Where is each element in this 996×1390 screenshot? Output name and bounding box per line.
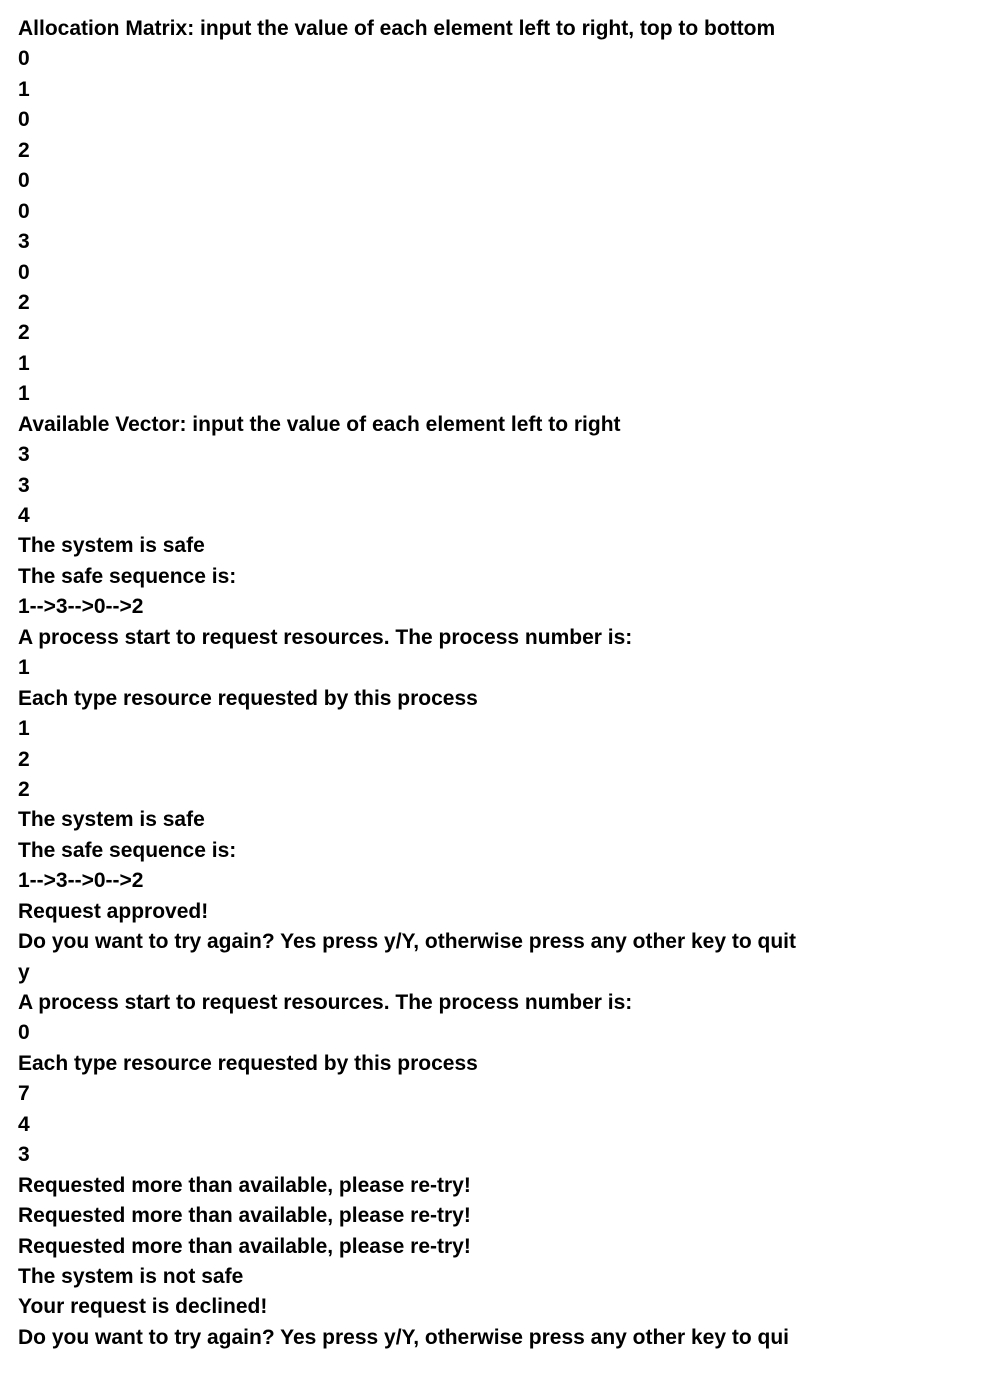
output-line: 0 [18,197,978,227]
output-line: The system is not safe [18,1262,978,1292]
output-line: 2 [18,318,978,348]
output-line: 1 [18,75,978,105]
terminal-output: Allocation Matrix: input the value of ea… [18,14,978,1353]
output-line: 2 [18,745,978,775]
output-line: 4 [18,501,978,531]
output-line: Each type resource requested by this pro… [18,684,978,714]
output-line: 3 [18,227,978,257]
output-line: Requested more than available, please re… [18,1232,978,1262]
output-line: A process start to request resources. Th… [18,988,978,1018]
output-line: 1 [18,379,978,409]
output-line: 3 [18,471,978,501]
output-line: 0 [18,44,978,74]
output-line: 2 [18,136,978,166]
output-line: 1-->3-->0-->2 [18,866,978,896]
output-line: Requested more than available, please re… [18,1171,978,1201]
output-line: Available Vector: input the value of eac… [18,410,978,440]
output-line: 3 [18,440,978,470]
output-line: 1 [18,714,978,744]
output-line: Do you want to try again? Yes press y/Y,… [18,927,978,957]
output-line: The system is safe [18,531,978,561]
output-line: Do you want to try again? Yes press y/Y,… [18,1323,978,1353]
output-line: 2 [18,288,978,318]
output-line: Requested more than available, please re… [18,1201,978,1231]
output-line: 0 [18,258,978,288]
output-line: A process start to request resources. Th… [18,623,978,653]
output-line: The safe sequence is: [18,562,978,592]
output-line: Request approved! [18,897,978,927]
output-line: 1 [18,653,978,683]
output-line: 3 [18,1140,978,1170]
output-line: 0 [18,166,978,196]
output-line: 1-->3-->0-->2 [18,592,978,622]
output-line: 7 [18,1079,978,1109]
output-line: y [18,958,978,988]
output-line: 4 [18,1110,978,1140]
output-line: The safe sequence is: [18,836,978,866]
output-line: 1 [18,349,978,379]
output-line: 0 [18,1018,978,1048]
output-line: The system is safe [18,805,978,835]
output-line: Allocation Matrix: input the value of ea… [18,14,978,44]
output-line: 2 [18,775,978,805]
output-line: Each type resource requested by this pro… [18,1049,978,1079]
output-line: Your request is declined! [18,1292,978,1322]
output-line: 0 [18,105,978,135]
